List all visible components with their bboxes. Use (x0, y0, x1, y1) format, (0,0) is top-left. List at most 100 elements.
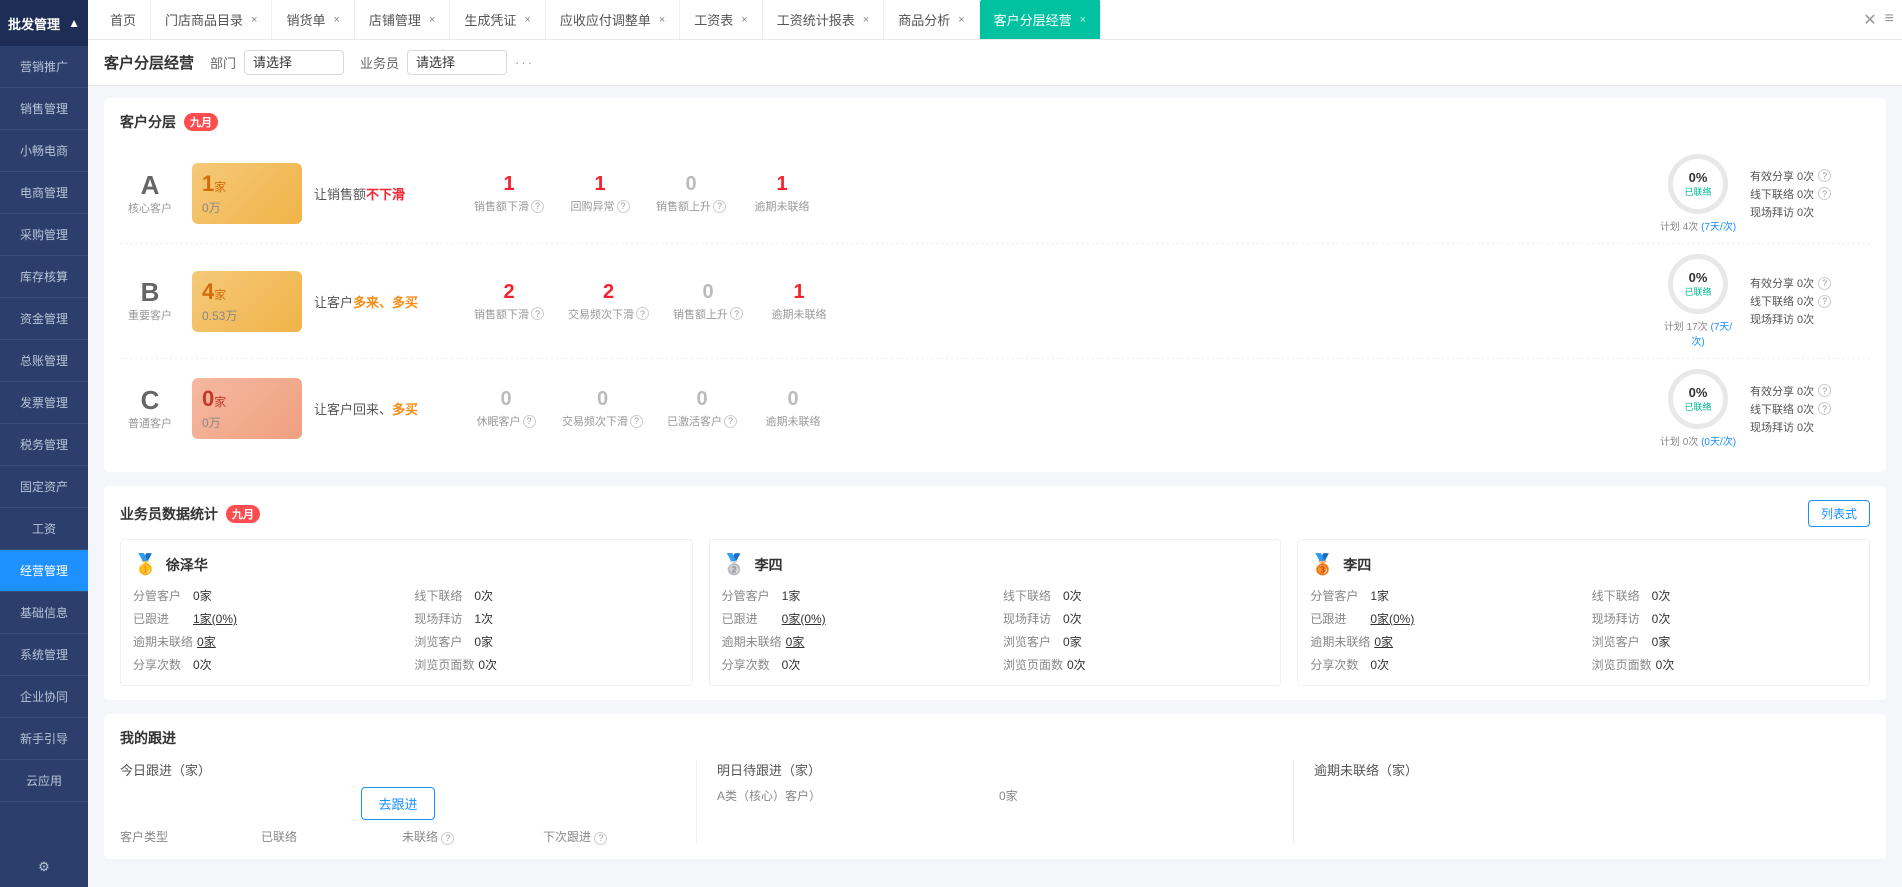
staff-stat-row: 浏览客户 0家 (1003, 633, 1268, 650)
staff-label: 业务员 (360, 53, 399, 72)
staff-stat-row: 浏览页面数 0次 (1003, 656, 1268, 673)
tier-b-stat-1[interactable]: 2 交易频次下滑 ? (560, 277, 657, 326)
tier-c-stat-3[interactable]: 0 逾期未联络 (753, 384, 833, 433)
sidebar-item-zhangzhang[interactable]: 总账管理 (0, 340, 88, 382)
sidebar-item-shuiwu[interactable]: 税务管理 (0, 424, 88, 466)
dept-select[interactable]: 请选择 (244, 50, 344, 75)
tier-a-stat-0[interactable]: 1 销售额下滑 ? (466, 169, 552, 218)
tier-c-stat-1[interactable]: 0 交易频次下滑 ? (554, 384, 651, 433)
info-icon[interactable]: ? (724, 415, 737, 428)
sidebar-item-qiye[interactable]: 企业协同 (0, 676, 88, 718)
tab-close-store-products[interactable]: × (251, 14, 257, 26)
sidebar-item-zijin[interactable]: 资金管理 (0, 298, 88, 340)
info-icon[interactable]: ? (1818, 402, 1831, 415)
sidebar-arrow-icon[interactable]: ▲ (68, 16, 80, 30)
tier-c-count[interactable]: 0家 0万 (192, 378, 302, 439)
sidebar-header: 批发管理 ▲ (0, 0, 88, 46)
tab-store-mgmt[interactable]: 店铺管理 × (355, 0, 450, 39)
info-icon[interactable]: ? (636, 307, 649, 320)
list-view-button[interactable]: 列表式 (1808, 500, 1870, 527)
settings-button[interactable]: ⚙ (0, 847, 88, 887)
tab-close-ar-adjust[interactable]: × (659, 14, 665, 26)
tier-b-stat-3[interactable]: 1 逾期未联络 (759, 277, 839, 326)
tab-salary-stats[interactable]: 工资统计报表 × (763, 0, 884, 39)
tab-ar-adjust[interactable]: 应收应付调整单 × (546, 0, 680, 39)
tier-b-stat-2[interactable]: 0 销售额上升 ? (665, 277, 751, 326)
sidebar-item-xiaodian[interactable]: 小畅电商 (0, 130, 88, 172)
sidebar-item-gudingzichan[interactable]: 固定资产 (0, 466, 88, 508)
sidebar-item-jingying[interactable]: 经营管理 (0, 550, 88, 592)
info-icon[interactable]: ? (713, 200, 726, 213)
tab-product-analysis[interactable]: 商品分析 × (884, 0, 979, 39)
info-icon[interactable]: ? (441, 832, 454, 845)
tier-a-stat-2[interactable]: 0 销售额上升 ? (648, 169, 734, 218)
sidebar-item-yun[interactable]: 云应用 (0, 760, 88, 802)
sidebar-item-xinshou[interactable]: 新手引导 (0, 718, 88, 760)
tier-b-plan-link[interactable]: (7天/次) (1691, 322, 1732, 348)
tab-voucher[interactable]: 生成凭证 × (450, 0, 545, 39)
sidebar-item-kucun[interactable]: 库存核算 (0, 256, 88, 298)
tier-b-count[interactable]: 4家 0.53万 (192, 271, 302, 332)
info-icon[interactable]: ? (531, 307, 544, 320)
tomorrow-follow-content: A类（核心）客户） 0家 (717, 787, 1273, 804)
tier-a-stat-1[interactable]: 1 回购异常 ? (560, 169, 640, 218)
tab-close-salary-stats[interactable]: × (863, 14, 869, 26)
sidebar-item-xiaoshou[interactable]: 销售管理 (0, 88, 88, 130)
tab-sales-order[interactable]: 销货单 × (272, 0, 354, 39)
info-icon[interactable]: ? (1818, 277, 1831, 290)
follow-table-headers: 客户类型 已联络 未联络 ? 下次跟进 ? (120, 828, 676, 845)
info-icon[interactable]: ? (1818, 169, 1831, 182)
tab-close-store-mgmt[interactable]: × (429, 14, 435, 26)
info-icon[interactable]: ? (531, 200, 544, 213)
sidebar-item-yingxiao[interactable]: 营销推广 (0, 46, 88, 88)
info-icon[interactable]: ? (630, 415, 643, 428)
info-icon[interactable]: ? (1818, 384, 1831, 397)
tab-close-customer-tier[interactable]: × (1080, 14, 1086, 26)
dept-label: 部门 (210, 53, 236, 72)
sidebar-item-fapiao[interactable]: 发票管理 (0, 382, 88, 424)
tab-salary[interactable]: 工资表 × (680, 0, 762, 39)
tier-c-stat-2[interactable]: 0 已激活客户 ? (659, 384, 745, 433)
staff-header-2: 🥉 李四 (1310, 552, 1857, 577)
info-icon[interactable]: ? (523, 415, 536, 428)
tab-close-salary[interactable]: × (741, 14, 747, 26)
tier-b-stat-0[interactable]: 2 销售额下滑 ? (466, 277, 552, 326)
tab-store-products[interactable]: 门店商品目录 × (151, 0, 272, 39)
tier-a-count[interactable]: 1家 0万 (192, 163, 302, 224)
tab-close-voucher[interactable]: × (524, 14, 530, 26)
tab-bar-actions: ✕ ≡ (1863, 10, 1894, 30)
info-icon[interactable]: ? (1818, 295, 1831, 308)
staff-select[interactable]: 请选择 (407, 50, 507, 75)
tier-row-a: A 核心客户 1家 0万 让销售额不下滑 1 销售额下滑 ? 1 (120, 144, 1870, 244)
tab-customer-tier[interactable]: 客户分层经营 × (980, 0, 1101, 39)
divider-2 (1293, 760, 1294, 845)
info-icon[interactable]: ? (730, 307, 743, 320)
tier-b-stats: 2 销售额下滑 ? 2 交易频次下滑 ? 0 销售额上升 ? 1 逾期未联络 (466, 277, 1646, 326)
tab-close-sales-order[interactable]: × (333, 14, 339, 26)
info-icon[interactable]: ? (617, 200, 630, 213)
go-follow-button[interactable]: 去跟进 (361, 787, 434, 820)
info-icon[interactable]: ? (1818, 187, 1831, 200)
sidebar-item-jichu[interactable]: 基础信息 (0, 592, 88, 634)
staff-stats-2: 分管客户 1家 线下联络 0次 已跟进 0家(0%) (1310, 587, 1857, 673)
tier-c-stat-0[interactable]: 0 休眠客户 ? (466, 384, 546, 433)
tier-a-plan-link[interactable]: (7天/次) (1701, 222, 1736, 233)
staff-stat-row: 已跟进 0家(0%) (722, 610, 987, 627)
tier-c-plan-link[interactable]: (0天/次) (1701, 437, 1736, 448)
tab-close-all-icon[interactable]: ✕ (1863, 10, 1876, 30)
sidebar-item-diangshang[interactable]: 电商管理 (0, 172, 88, 214)
dept-filter: 部门 请选择 (210, 50, 344, 75)
content-area: 客户分层 九月 A 核心客户 1家 0万 让销售额不下滑 1 (88, 86, 1902, 887)
sidebar-item-xitong[interactable]: 系统管理 (0, 634, 88, 676)
filter-more-icon[interactable]: ··· (515, 55, 534, 70)
tab-close-product-analysis[interactable]: × (958, 14, 964, 26)
info-icon[interactable]: ? (594, 832, 607, 845)
tier-a-stat-3[interactable]: 1 逾期未联络 (742, 169, 822, 218)
sidebar-item-caigou[interactable]: 采购管理 (0, 214, 88, 256)
sidebar-item-gongzi[interactable]: 工资 (0, 508, 88, 550)
tab-home[interactable]: 首页 (96, 0, 151, 39)
business-stats-section: 业务员数据统计 九月 列表式 🥇 徐泽华 分管客户 (104, 486, 1886, 700)
staff-header-0: 🥇 徐泽华 (133, 552, 680, 577)
tab-more-icon[interactable]: ≡ (1885, 10, 1894, 30)
staff-grid: 🥇 徐泽华 分管客户 0家 线下联络 0次 (120, 539, 1870, 686)
